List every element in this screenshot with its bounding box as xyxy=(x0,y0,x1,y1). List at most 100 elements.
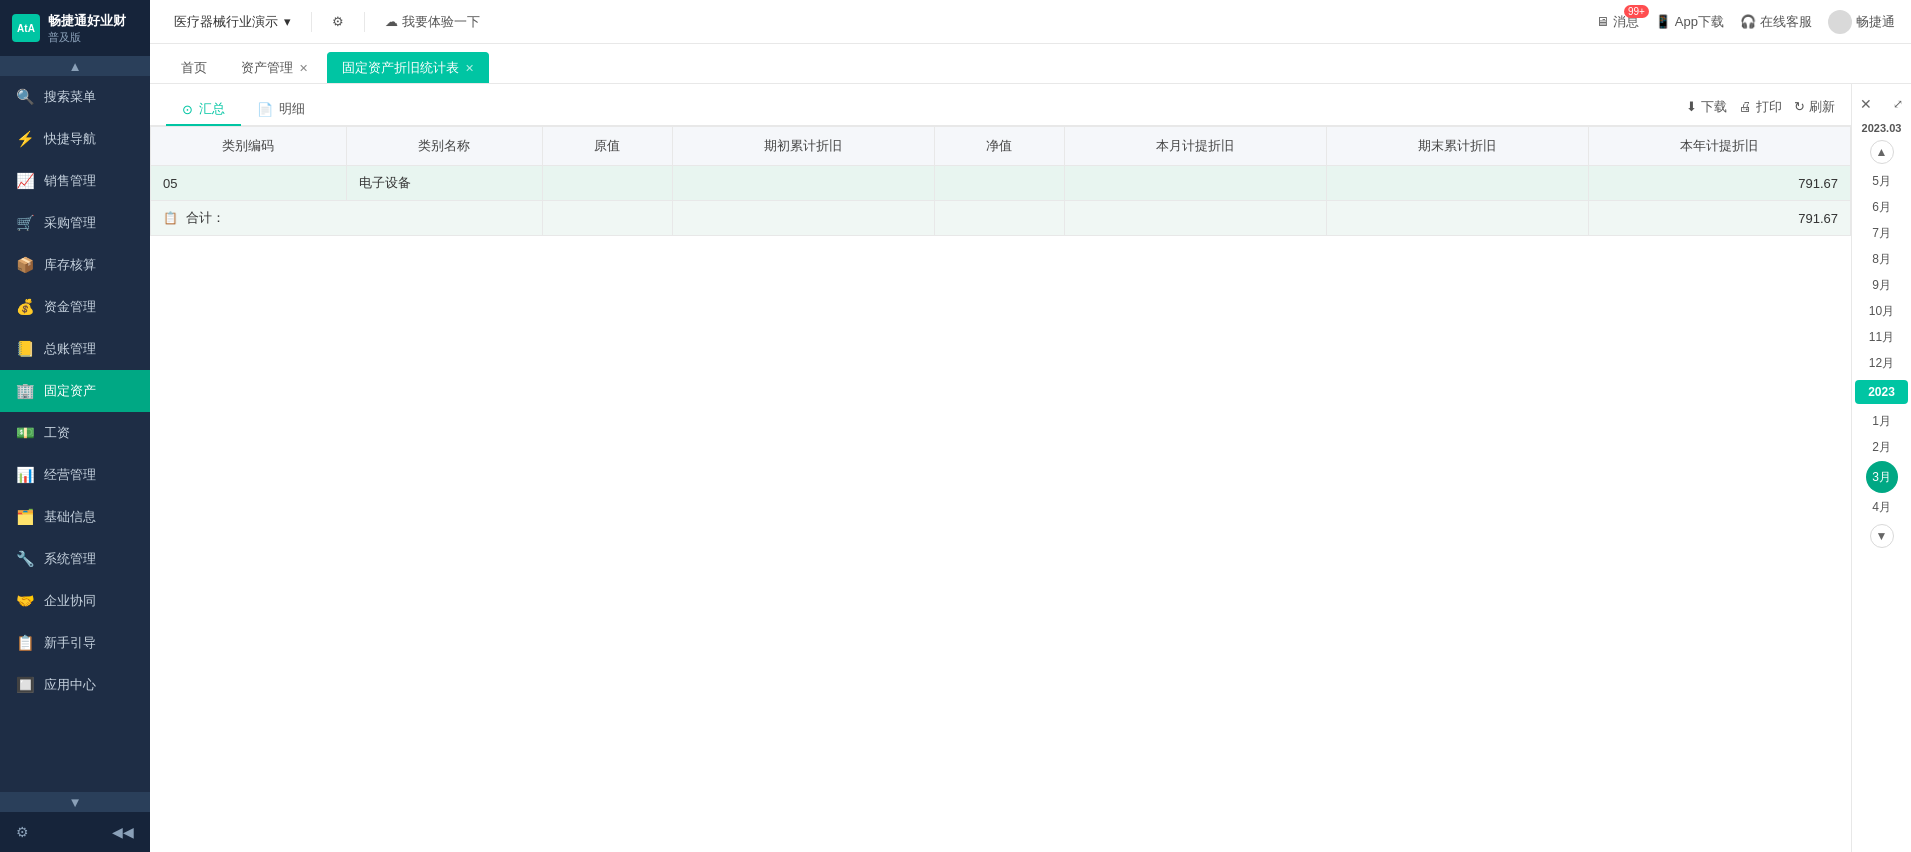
sidebar-item-label: 基础信息 xyxy=(44,508,96,526)
sub-tab-detail-label: 明细 xyxy=(279,100,305,118)
subtotal-annual-depr: 791.67 xyxy=(1588,201,1850,236)
settings-btn[interactable]: ⚙ xyxy=(324,10,352,33)
sidebar-item-basic[interactable]: 🗂️ 基础信息 xyxy=(0,496,150,538)
month-8[interactable]: 8月 xyxy=(1855,247,1908,271)
tab-home[interactable]: 首页 xyxy=(166,52,222,83)
sidebar-item-label: 采购管理 xyxy=(44,214,96,232)
sidebar-item-search[interactable]: 🔍 搜索菜单 xyxy=(0,76,150,118)
sidebar-item-fixedassets[interactable]: 🏢 固定资产 xyxy=(0,370,150,412)
table-row[interactable]: 05 电子设备 791.67 xyxy=(151,166,1851,201)
messages-btn[interactable]: 🖥 消息 99+ xyxy=(1596,13,1639,31)
month-2[interactable]: 2月 xyxy=(1855,435,1908,459)
month-11[interactable]: 11月 xyxy=(1855,325,1908,349)
payroll-icon: 💵 xyxy=(16,424,34,442)
sidebar-item-label: 经营管理 xyxy=(44,466,96,484)
tab-assets-close[interactable]: ✕ xyxy=(299,62,308,75)
month-3-active[interactable]: 3月 xyxy=(1866,461,1898,493)
user-menu[interactable]: 畅捷通 xyxy=(1828,10,1895,34)
expand-icon[interactable]: ⤢ xyxy=(1893,97,1903,111)
tab-depreciation-close[interactable]: ✕ xyxy=(465,62,474,75)
sidebar-item-label: 系统管理 xyxy=(44,550,96,568)
fixedassets-icon: 🏢 xyxy=(16,382,34,400)
download-btn[interactable]: ⬇ 下载 xyxy=(1686,98,1727,116)
month-9[interactable]: 9月 xyxy=(1855,273,1908,297)
quicknav-icon: ⚡ xyxy=(16,130,34,148)
sidebar-item-payroll[interactable]: 💵 工资 xyxy=(0,412,150,454)
sidebar-scroll-down[interactable]: ▼ xyxy=(0,792,150,812)
subtotal-initial-accu-depr xyxy=(672,201,934,236)
message-badge: 99+ xyxy=(1624,5,1649,18)
month-1[interactable]: 1月 xyxy=(1855,409,1908,433)
sidebar-item-inventory[interactable]: 📦 库存核算 xyxy=(0,244,150,286)
sidebar-item-guide[interactable]: 📋 新手引导 xyxy=(0,622,150,664)
sub-tab-summary-label: 汇总 xyxy=(199,100,225,118)
subtotal-row: 📋 合计： 791.67 xyxy=(151,201,1851,236)
sidebar-item-appcenter[interactable]: 🔲 应用中心 xyxy=(0,664,150,706)
sidebar-item-label: 快捷导航 xyxy=(44,130,96,148)
sidebar-item-cooperation[interactable]: 🤝 企业协同 xyxy=(0,580,150,622)
tab-assets[interactable]: 资产管理 ✕ xyxy=(226,52,323,83)
month-10[interactable]: 10月 xyxy=(1855,299,1908,323)
purchase-icon: 🛒 xyxy=(16,214,34,232)
sidebar-nav: 🔍 搜索菜单 ⚡ 快捷导航 📈 销售管理 🛒 采购管理 📦 库存核算 💰 资金管… xyxy=(0,76,150,792)
month-7[interactable]: 7月 xyxy=(1855,221,1908,245)
header-divider-2 xyxy=(364,12,365,32)
close-icon[interactable]: ✕ xyxy=(1860,96,1872,112)
print-btn[interactable]: 🖨 打印 xyxy=(1739,98,1782,116)
sidebar-item-label: 工资 xyxy=(44,424,70,442)
tab-assets-label: 资产管理 xyxy=(241,59,293,77)
sidebar-item-label: 总账管理 xyxy=(44,340,96,358)
month-12[interactable]: 12月 xyxy=(1855,351,1908,375)
inventory-icon: 📦 xyxy=(16,256,34,274)
scroll-up-btn[interactable]: ▲ xyxy=(1870,140,1894,164)
sub-tab-summary[interactable]: ⊙ 汇总 xyxy=(166,94,241,126)
collapse-sidebar-icon[interactable]: ◀◀ xyxy=(112,824,134,840)
appcenter-icon: 🔲 xyxy=(16,676,34,694)
cell-original-value xyxy=(542,166,672,201)
sidebar-item-system[interactable]: 🔧 系统管理 xyxy=(0,538,150,580)
sidebar-item-purchase[interactable]: 🛒 采购管理 xyxy=(0,202,150,244)
sub-tab-detail[interactable]: 📄 明细 xyxy=(241,94,321,126)
sidebar-item-finance[interactable]: 💰 资金管理 xyxy=(0,286,150,328)
sidebar-item-label: 新手引导 xyxy=(44,634,96,652)
col-category-code: 类别编码 xyxy=(151,127,347,166)
year-marker[interactable]: 2023 xyxy=(1855,380,1908,404)
download-icon: 📱 xyxy=(1655,14,1671,29)
tab-depreciation[interactable]: 固定资产折旧统计表 ✕ xyxy=(327,52,489,83)
month-5[interactable]: 5月 xyxy=(1855,169,1908,193)
cell-initial-accu-depr xyxy=(672,166,934,201)
sidebar-footer: ⚙ ◀◀ xyxy=(0,812,150,852)
detail-icon: 📄 xyxy=(257,102,273,117)
sidebar-item-ledger[interactable]: 📒 总账管理 xyxy=(0,328,150,370)
online-service-btn[interactable]: 🎧 在线客服 xyxy=(1740,13,1812,31)
sidebar-item-operations[interactable]: 📊 经营管理 xyxy=(0,454,150,496)
cell-category-name: 电子设备 xyxy=(346,166,542,201)
top-header: 医疗器械行业演示 ▾ ⚙ ☁ 我要体验一下 🖥 消息 99+ 📱 App下载 🎧 xyxy=(150,0,1911,44)
avatar xyxy=(1828,10,1852,34)
company-selector[interactable]: 医疗器械行业演示 ▾ xyxy=(166,9,299,35)
print-icon: 🖨 xyxy=(1739,99,1752,114)
col-monthly-depr: 本月计提折旧 xyxy=(1064,127,1326,166)
refresh-icon: ↻ xyxy=(1794,99,1805,114)
settings-footer-icon[interactable]: ⚙ xyxy=(16,824,29,840)
month-4[interactable]: 4月 xyxy=(1855,495,1908,519)
col-net-value: 净值 xyxy=(934,127,1064,166)
col-annual-depr: 本年计提折旧 xyxy=(1588,127,1850,166)
sidebar-scroll-up[interactable]: ▲ xyxy=(0,56,150,76)
sub-tab-actions: ⬇ 下载 🖨 打印 ↻ 刷新 xyxy=(1686,98,1835,122)
sidebar-title-wrap: 畅捷通好业财 普及版 xyxy=(48,12,126,45)
refresh-btn[interactable]: ↻ 刷新 xyxy=(1794,98,1835,116)
experience-btn[interactable]: ☁ 我要体验一下 xyxy=(377,9,488,35)
sidebar-item-label: 销售管理 xyxy=(44,172,96,190)
tab-bar: 首页 资产管理 ✕ 固定资产折旧统计表 ✕ xyxy=(150,44,1911,84)
search-icon: 🔍 xyxy=(16,88,34,106)
month-6[interactable]: 6月 xyxy=(1855,195,1908,219)
subtotal-period-end-accu-depr xyxy=(1326,201,1588,236)
sales-icon: 📈 xyxy=(16,172,34,190)
cell-monthly-depr xyxy=(1064,166,1326,201)
sidebar-item-quicknav[interactable]: ⚡ 快捷导航 xyxy=(0,118,150,160)
scroll-down-btn[interactable]: ▼ xyxy=(1870,524,1894,548)
company-name: 医疗器械行业演示 xyxy=(174,13,278,31)
sidebar-item-sales[interactable]: 📈 销售管理 xyxy=(0,160,150,202)
app-download-btn[interactable]: 📱 App下载 xyxy=(1655,13,1724,31)
